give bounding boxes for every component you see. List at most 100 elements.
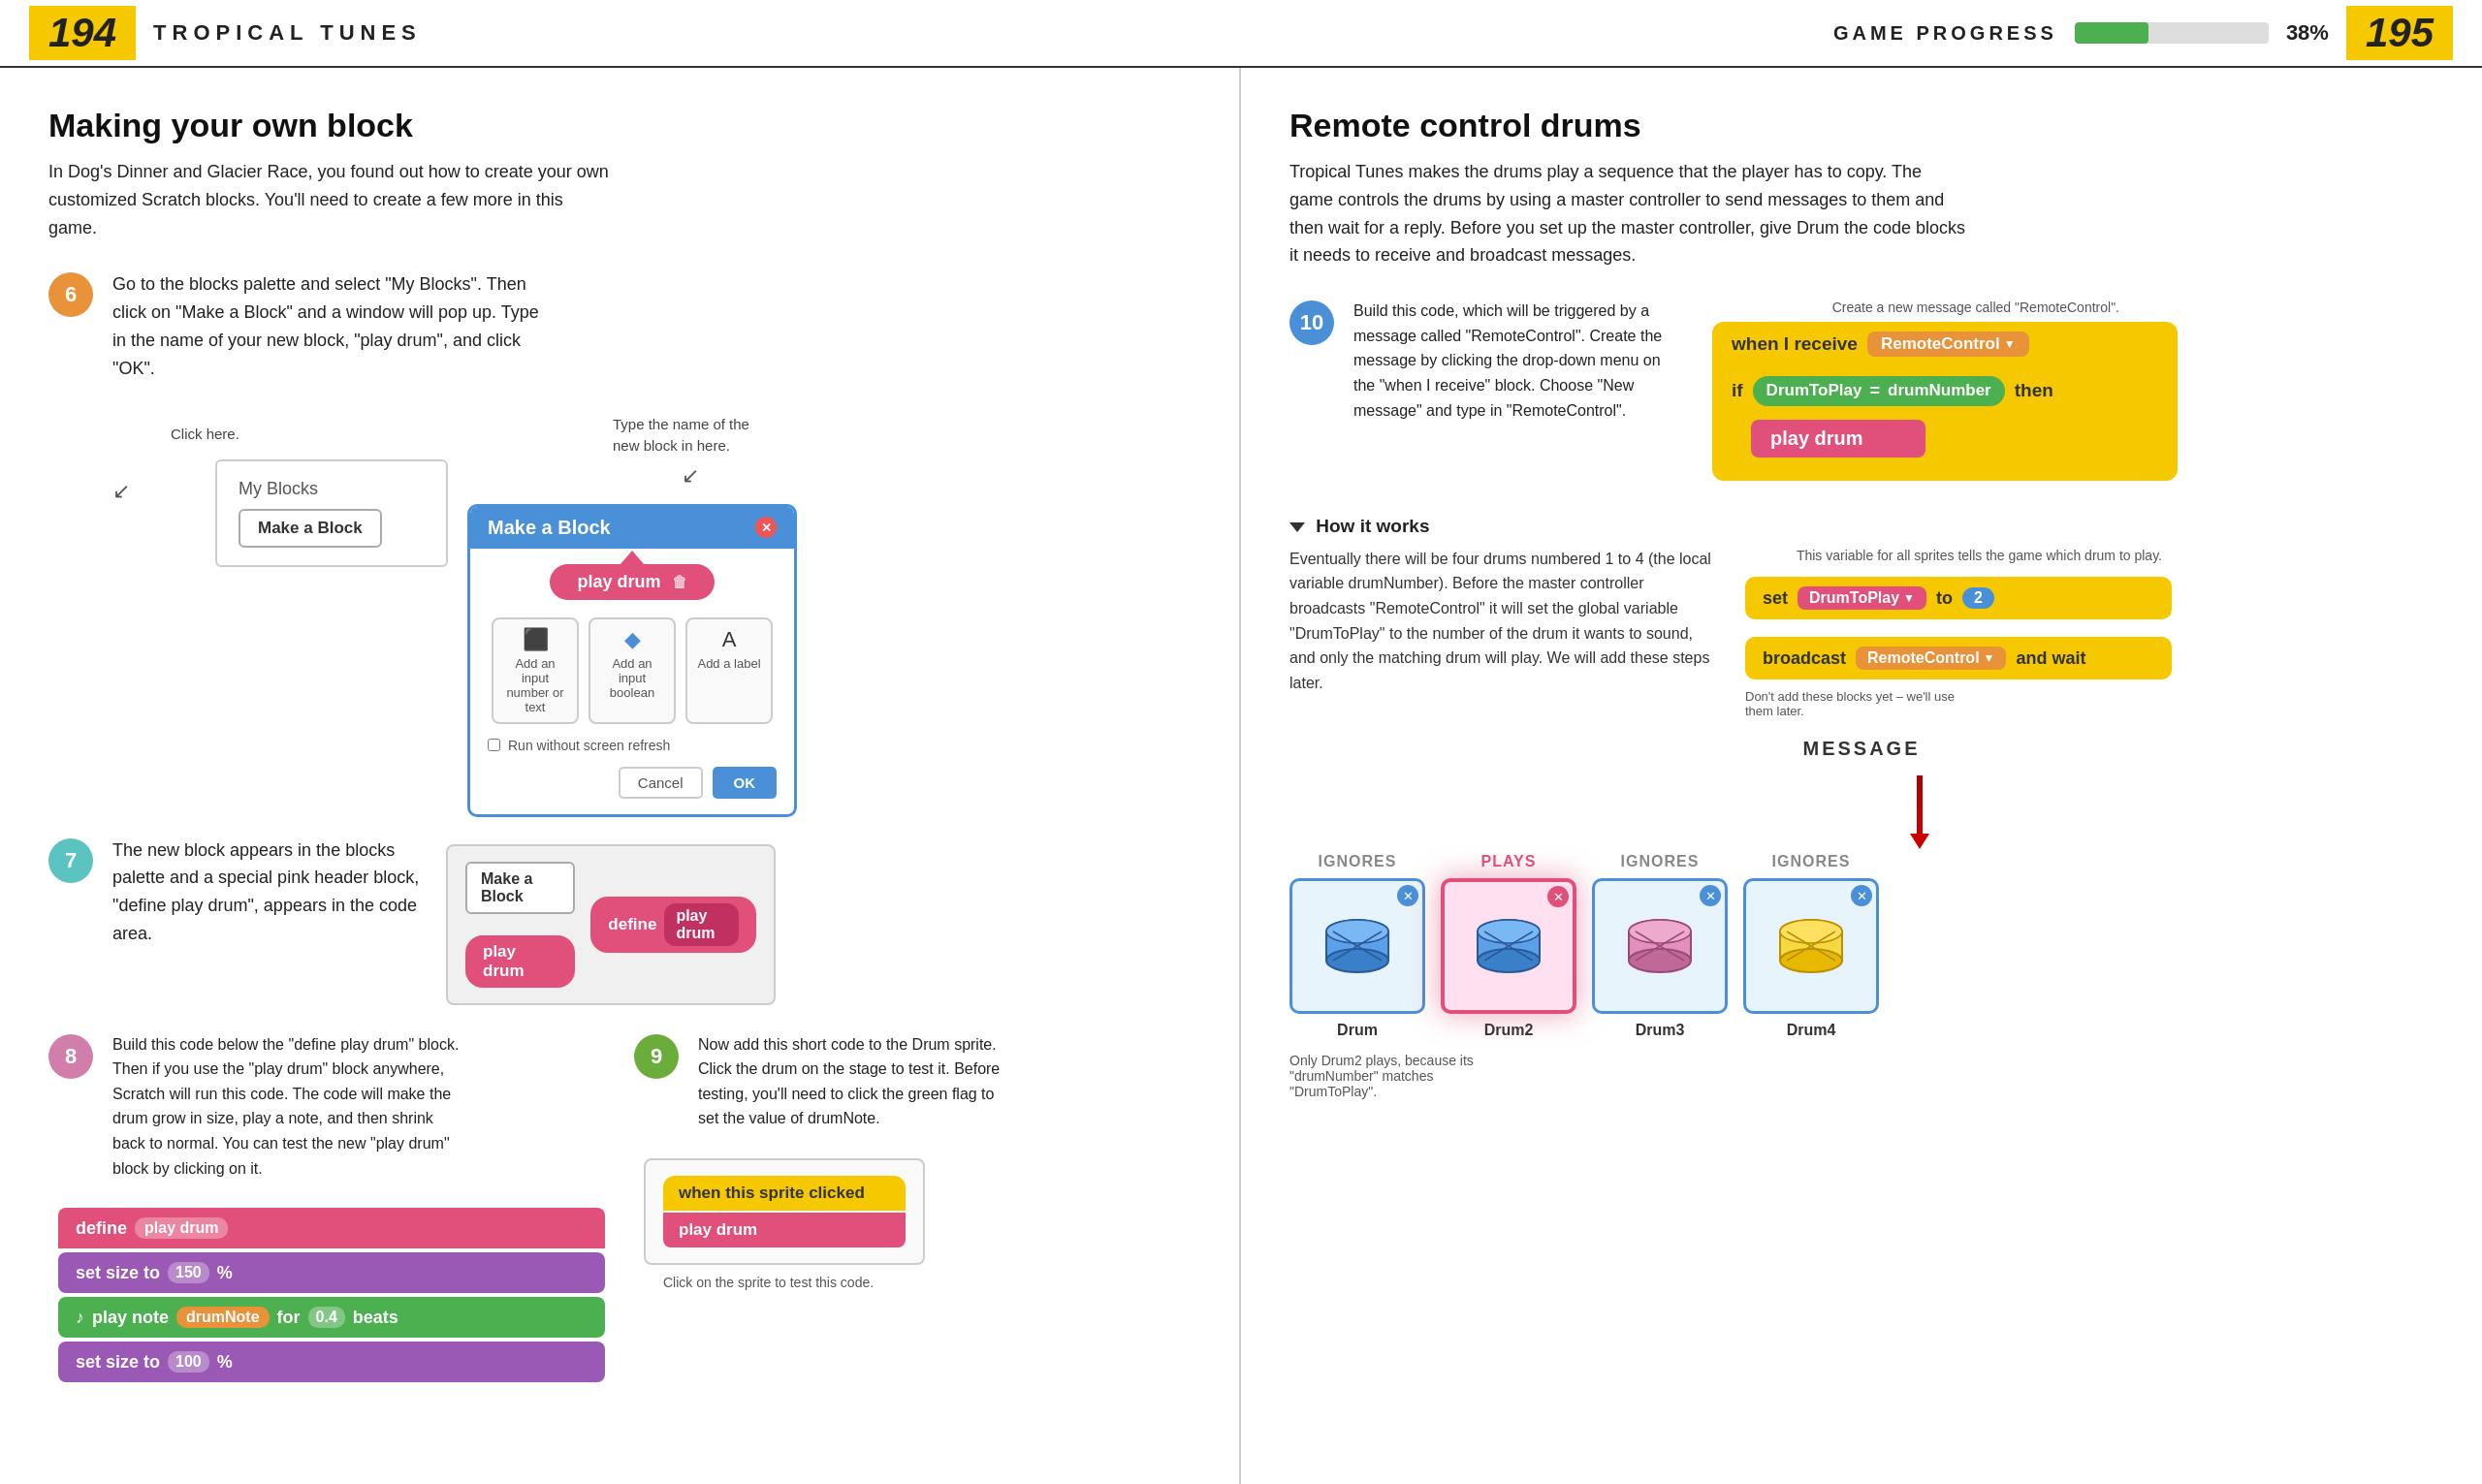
add-input-bool-btn[interactable]: ◆ Add an input boolean <box>589 617 676 724</box>
play-drum-block-10: play drum <box>1751 420 1925 458</box>
drum-to-play-tag: DrumToPlay ▼ <box>1798 586 1926 610</box>
var-annotation: This variable for all sprites tells the … <box>1797 548 2162 563</box>
step7-play-drum-block[interactable]: play drum <box>465 935 575 988</box>
dialog-cancel-btn[interactable]: Cancel <box>619 767 703 799</box>
code-stack-8: define play drum set size to 150 % ♪ pla… <box>58 1208 605 1382</box>
set-val: 2 <box>1962 587 1994 609</box>
step7-block: 7 The new block appears in the blocks pa… <box>48 837 1191 1005</box>
add-input-num-btn[interactable]: ⬛ Add an input number or text <box>492 617 579 724</box>
dropdown-arrow: ▼ <box>2004 337 2016 351</box>
dialog-icons-row: ⬛ Add an input number or text ◆ Add an i… <box>488 617 777 724</box>
progress-bar <box>2075 22 2269 44</box>
step8-num: 8 <box>48 1034 93 1079</box>
when-clicked-block: when this sprite clicked <box>663 1176 906 1211</box>
equals-op: = <box>1869 381 1880 401</box>
progress-bar-fill <box>2075 22 2148 44</box>
my-blocks-panel: My Blocks Make a Block <box>215 459 448 567</box>
drum1-close[interactable]: ✕ <box>1397 885 1418 906</box>
drum4-name: Drum4 <box>1787 1022 1836 1039</box>
game-progress-label: GAME PROGRESS <box>1833 22 2057 45</box>
drum4-box: ✕ <box>1743 878 1879 1014</box>
right-column: Remote control drums Tropical Tunes make… <box>1241 68 2482 1484</box>
size-100-val: 100 <box>168 1351 209 1373</box>
set-size-150-block: set size to 150 % <box>58 1252 605 1293</box>
drum-sprite-col-3: IGNORES ✕ Drum3 <box>1592 853 1728 1039</box>
drum2-svg <box>1465 902 1552 990</box>
type-annotation: Type the name of the new block in here. <box>613 414 768 458</box>
drum2-close[interactable]: ✕ <box>1547 886 1569 907</box>
step9-code-panel: when this sprite clicked play drum <box>644 1158 925 1265</box>
drum-sprite-col-1: IGNORES ✕ Drum <box>1289 853 1425 1039</box>
note-icon: ♪ <box>76 1308 84 1328</box>
when-receive-block: when I receive RemoteControl ▼ <box>1712 322 2178 366</box>
drum3-svg <box>1616 902 1703 990</box>
no-refresh-checkbox[interactable] <box>488 739 500 751</box>
step10-block: 10 Build this code, which will be trigge… <box>1289 299 2434 481</box>
step7-num: 7 <box>48 838 93 883</box>
drum3-status: IGNORES <box>1621 853 1700 870</box>
make-block-dialog: Make a Block ✕ play drum 🗑 <box>467 504 797 817</box>
condition-block: DrumToPlay = drumNumber <box>1753 376 2005 406</box>
main-content: Making your own block In Dog's Dinner an… <box>0 68 2482 1484</box>
size-150-val: 150 <box>168 1262 209 1283</box>
play-drum-block-9: play drum <box>663 1213 906 1247</box>
define-inner: play drum <box>135 1217 228 1239</box>
make-block-btn[interactable]: Make a Block <box>239 509 382 548</box>
svg-point-21 <box>1780 920 1842 943</box>
svg-point-15 <box>1629 920 1691 943</box>
if-end-cap <box>1712 461 2178 481</box>
drum2-status: PLAYS <box>1481 853 1537 870</box>
add-label-btn[interactable]: A Add a label <box>685 617 773 724</box>
define-label: define <box>76 1218 127 1239</box>
drum4-status: IGNORES <box>1772 853 1851 870</box>
how-text: Eventually there will be four drums numb… <box>1289 547 1716 696</box>
dialog-title: Make a Block <box>488 517 611 539</box>
drum4-close[interactable]: ✕ <box>1851 885 1872 906</box>
dialog-checkbox-row: Run without screen refresh <box>488 738 777 753</box>
step6-num: 6 <box>48 272 93 317</box>
drum3-close[interactable]: ✕ <box>1700 885 1721 906</box>
new-msg-annotation: Create a new message called "RemoteContr… <box>1832 300 2119 315</box>
remote-control-tag: RemoteControl ▼ <box>1867 332 2029 357</box>
message-label: MESSAGE <box>1289 738 2434 760</box>
step10-num: 10 <box>1289 300 1334 345</box>
right-heading: Remote control drums <box>1289 107 2434 144</box>
page-num-left: 194 <box>29 6 136 60</box>
step7-define-block: define play drum <box>590 897 756 953</box>
page-num-right: 195 <box>2346 6 2453 60</box>
broadcast-block: broadcast RemoteControl ▼ and wait <box>1745 637 2172 679</box>
drum-sprite-col-4: IGNORES ✕ Drum4 <box>1743 853 1879 1039</box>
step7-text: The new block appears in the blocks pale… <box>112 837 423 948</box>
svg-point-20 <box>1780 949 1842 972</box>
how-title: How it works <box>1289 516 2434 537</box>
input-bool-icon: ◆ <box>600 627 664 652</box>
dialog-close-btn[interactable]: ✕ <box>755 517 777 538</box>
set-block: set DrumToPlay ▼ to 2 <box>1745 577 2172 619</box>
then-label: then <box>2015 380 2053 401</box>
dialog-ok-btn[interactable]: OK <box>713 767 778 799</box>
step7-define-inner: play drum <box>664 903 739 946</box>
drum-sprite-col-2: PLAYS ✕ Drum2 <box>1441 853 1576 1039</box>
input-num-icon: ⬛ <box>503 627 567 652</box>
step7-make-block-btn[interactable]: Make a Block <box>465 862 575 914</box>
svg-point-2 <box>1326 949 1388 972</box>
set-dropdown-arrow: ▼ <box>1903 591 1915 605</box>
step8-text: Build this code below the "define play d… <box>112 1032 461 1182</box>
drum4-svg <box>1767 902 1855 990</box>
message-diagram: MESSAGE IGNORES ✕ <box>1289 738 2434 1099</box>
play-note-block: ♪ play note drumNote for 0.4 beats <box>58 1297 605 1338</box>
drum3-name: Drum3 <box>1636 1022 1685 1039</box>
svg-point-14 <box>1629 949 1691 972</box>
svg-point-8 <box>1478 949 1540 972</box>
step8-block: 8 Build this code below the "define play… <box>48 1032 605 1182</box>
set-size-100-block: set size to 100 % <box>58 1342 605 1382</box>
left-heading: Making your own block <box>48 107 1191 144</box>
define-block: define play drum <box>58 1208 605 1248</box>
drum1-box: ✕ <box>1289 878 1425 1014</box>
drum1-name: Drum <box>1337 1022 1378 1039</box>
drum1-status: IGNORES <box>1319 853 1397 870</box>
dont-add-annotation: Don't add these blocks yet – we'll use t… <box>1745 689 1958 718</box>
dialog-block-preview: play drum 🗑 <box>550 564 715 600</box>
left-column: Making your own block In Dog's Dinner an… <box>0 68 1241 1484</box>
left-intro: In Dog's Dinner and Glacier Race, you fo… <box>48 158 611 241</box>
